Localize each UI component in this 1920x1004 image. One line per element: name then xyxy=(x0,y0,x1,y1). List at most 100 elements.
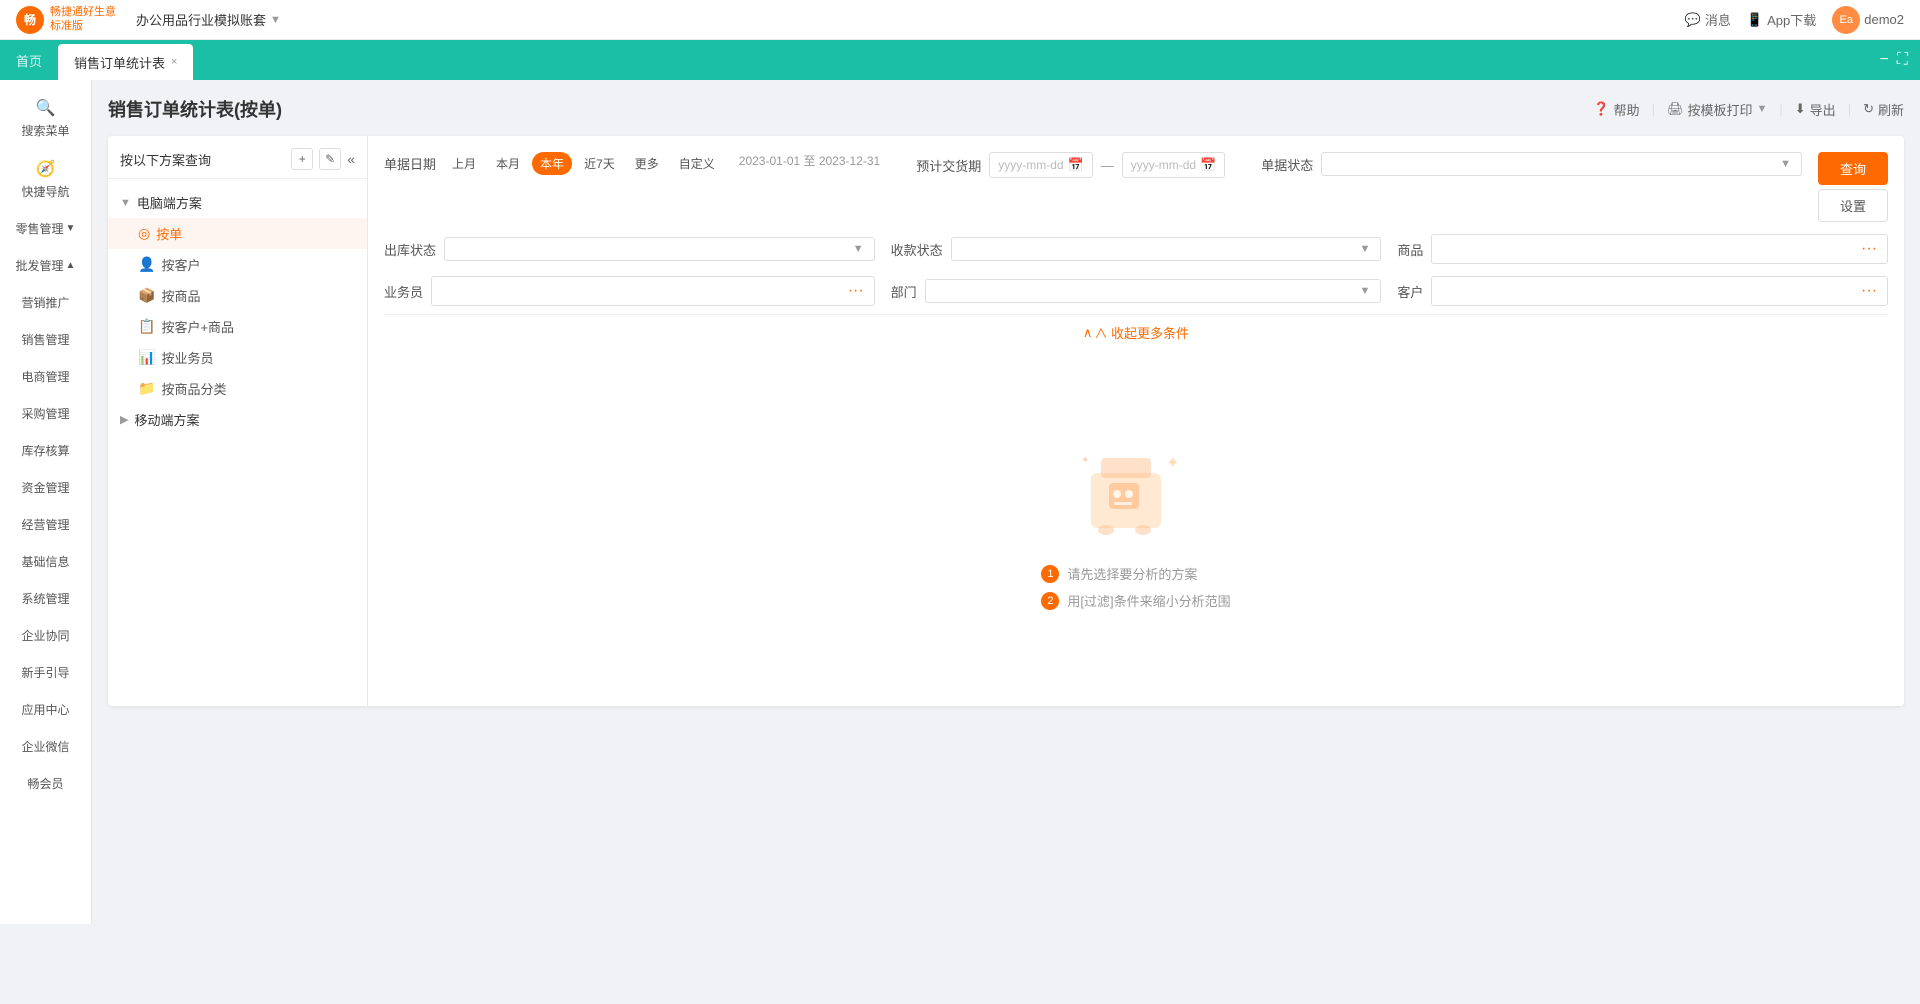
sidebar-item-basic[interactable]: 基础信息 xyxy=(0,543,91,580)
sidebar-item-guide[interactable]: 新手引导 xyxy=(0,654,91,691)
sidebar-item-marketing[interactable]: 营销推广 xyxy=(0,284,91,321)
shortcut-more[interactable]: 更多 xyxy=(627,152,667,175)
product-more-icon: ··· xyxy=(1861,240,1877,258)
scheme-item-by-product[interactable]: 📦 按商品 xyxy=(108,280,367,311)
scheme-item-by-salesperson[interactable]: 📊 按业务员 xyxy=(108,342,367,373)
tab-fullscreen-button[interactable]: ⛶ xyxy=(1897,51,1908,69)
order-status-select[interactable]: ▼ xyxy=(1321,152,1802,176)
hint-num-1: 1 xyxy=(1041,565,1059,583)
shortcut-this-month[interactable]: 本月 xyxy=(488,152,528,175)
breadcrumb-text: 办公用品行业模拟账套 xyxy=(136,10,266,29)
svg-text:✦: ✦ xyxy=(1081,455,1089,466)
breadcrumb[interactable]: 办公用品行业模拟账套 ▼ xyxy=(136,10,281,29)
hint-num-2: 2 xyxy=(1041,592,1059,610)
delivery-status-label: 出库状态 xyxy=(384,240,436,259)
settings-button[interactable]: 设置 xyxy=(1818,189,1888,222)
customer-scheme-icon: 👤 xyxy=(138,256,155,273)
scheme-item-by-customer-product[interactable]: 📋 按客户+商品 xyxy=(108,311,367,342)
tab-close-button[interactable]: × xyxy=(171,56,177,68)
content-area: 销售订单统计表(按单) ❓ 帮助 | 🖨 按模板打印 ▼ | ⬇ 导出 | xyxy=(92,80,1920,924)
empty-illustration: ✦ ✦ xyxy=(1071,438,1201,548)
collapse-panel-button[interactable]: « xyxy=(347,151,355,167)
scheme-item-by-customer[interactable]: 👤 按客户 xyxy=(108,249,367,280)
sidebar-item-inventory[interactable]: 库存核算 xyxy=(0,432,91,469)
salesperson-scheme-icon: 📊 xyxy=(138,349,155,366)
page-header: 销售订单统计表(按单) ❓ 帮助 | 🖨 按模板打印 ▼ | ⬇ 导出 | xyxy=(108,96,1904,122)
shortcut-last-7days[interactable]: 近7天 xyxy=(576,152,623,175)
print-dropdown-icon: ▼ xyxy=(1756,103,1767,115)
department-select[interactable]: ▼ xyxy=(925,279,1382,303)
scheme-tree: ▼ 电脑端方案 ◎ 按单 👤 按客户 📦 按 xyxy=(108,179,367,443)
product-label: 商品 xyxy=(1397,240,1423,259)
collection-status-label: 收款状态 xyxy=(891,240,943,259)
collapse-more-button[interactable]: ∧ ∧ 收起更多条件 xyxy=(384,314,1888,350)
sidebar-item-finance[interactable]: 资金管理 xyxy=(0,469,91,506)
empty-svg: ✦ ✦ xyxy=(1071,438,1201,548)
scheme-group-desktop: ▼ 电脑端方案 ◎ 按单 👤 按客户 📦 按 xyxy=(108,187,367,404)
user-menu[interactable]: Ea demo2 xyxy=(1832,6,1904,34)
edit-scheme-button[interactable]: ✎ xyxy=(319,148,341,170)
active-tab-label: 销售订单统计表 xyxy=(74,53,165,72)
salesperson-more-icon: ··· xyxy=(848,282,864,300)
export-icon: ⬇ xyxy=(1795,101,1806,117)
sidebar-item-enterprise[interactable]: 企业协同 xyxy=(0,617,91,654)
delivery-status-select[interactable]: ▼ xyxy=(444,237,875,261)
export-button[interactable]: ⬇ 导出 xyxy=(1795,100,1836,119)
print-button[interactable]: 🖨 按模板打印 ▼ xyxy=(1667,100,1767,119)
app-download-button[interactable]: 📱 App下载 xyxy=(1747,10,1816,29)
refresh-button[interactable]: ↻ 刷新 xyxy=(1863,100,1904,119)
scheme-group-desktop-header[interactable]: ▼ 电脑端方案 xyxy=(108,187,367,218)
query-button[interactable]: 查询 xyxy=(1818,152,1888,185)
customer-product-scheme-icon: 📋 xyxy=(138,318,155,335)
calendar-icon-2: 📅 xyxy=(1200,157,1216,173)
sidebar-item-quick-nav[interactable]: 🧭 快捷导航 xyxy=(0,149,91,210)
tab-minimize-button[interactable]: − xyxy=(1879,51,1888,69)
product-select[interactable]: ··· xyxy=(1431,234,1888,264)
product-scheme-icon: 📦 xyxy=(138,287,155,304)
sidebar-item-retail[interactable]: 零售管理 ▼ xyxy=(0,210,91,247)
sidebar-item-operations[interactable]: 经营管理 xyxy=(0,506,91,543)
sidebar-item-purchase[interactable]: 采购管理 xyxy=(0,395,91,432)
tab-sales-order-stats[interactable]: 销售订单统计表 × xyxy=(58,44,193,80)
scheme-item-by-product-category[interactable]: 📁 按商品分类 xyxy=(108,373,367,404)
search-icon: 🔍 xyxy=(36,98,56,118)
sidebar-item-wholesale[interactable]: 批发管理 ▲ xyxy=(0,247,91,284)
shortcut-last-month[interactable]: 上月 xyxy=(444,152,484,175)
tab-actions: − ⛶ xyxy=(1879,51,1920,69)
sidebar-item-wechat[interactable]: 企业微信 xyxy=(0,728,91,765)
message-button[interactable]: 💬 消息 xyxy=(1685,10,1731,29)
shortcut-custom[interactable]: 自定义 xyxy=(671,152,723,175)
customer-select[interactable]: ··· xyxy=(1431,276,1888,306)
sidebar-item-sales[interactable]: 销售管理 xyxy=(0,321,91,358)
empty-hint-1: 1 请先选择要分析的方案 xyxy=(1041,564,1230,583)
help-button[interactable]: ❓ 帮助 xyxy=(1593,100,1639,119)
date-to-placeholder: yyyy-mm-dd xyxy=(1131,158,1196,172)
sidebar-item-appstore[interactable]: 应用中心 xyxy=(0,691,91,728)
expand-icon: ▼ xyxy=(120,197,131,209)
product-category-scheme-icon: 📁 xyxy=(138,380,155,397)
collection-status-select[interactable]: ▼ xyxy=(951,237,1382,261)
department-label: 部门 xyxy=(891,282,917,301)
date-separator: — xyxy=(1101,158,1114,173)
left-panel: 按以下方案查询 + ✎ « xyxy=(108,136,368,706)
shortcut-this-year[interactable]: 本年 xyxy=(532,152,572,175)
sidebar-item-member[interactable]: 畅会员 xyxy=(0,765,91,802)
refresh-icon: ↻ xyxy=(1863,101,1874,117)
tab-home[interactable]: 首页 xyxy=(0,40,58,80)
sidebar-item-search[interactable]: 🔍 搜索菜单 xyxy=(0,88,91,149)
salesperson-label: 业务员 xyxy=(384,282,423,301)
expected-date-from[interactable]: yyyy-mm-dd 📅 xyxy=(989,152,1093,178)
scheme-group-mobile-header[interactable]: ▶ 移动端方案 xyxy=(108,404,367,435)
add-scheme-button[interactable]: + xyxy=(291,148,313,170)
nav-tabs: 首页 销售订单统计表 × − ⛶ xyxy=(0,40,1920,80)
question-icon: ❓ xyxy=(1593,101,1609,117)
message-icon: 💬 xyxy=(1685,12,1701,28)
sidebar-item-system[interactable]: 系统管理 xyxy=(0,580,91,617)
edit-icon: ✎ xyxy=(325,152,335,166)
sidebar-item-ecommerce[interactable]: 电商管理 xyxy=(0,358,91,395)
salesperson-select[interactable]: ··· xyxy=(431,276,875,306)
delivery-chevron-icon: ▼ xyxy=(853,243,864,255)
expected-date-to[interactable]: yyyy-mm-dd 📅 xyxy=(1122,152,1226,178)
scheme-item-by-order[interactable]: ◎ 按单 xyxy=(108,218,367,249)
date-from-placeholder: yyyy-mm-dd xyxy=(998,158,1063,172)
